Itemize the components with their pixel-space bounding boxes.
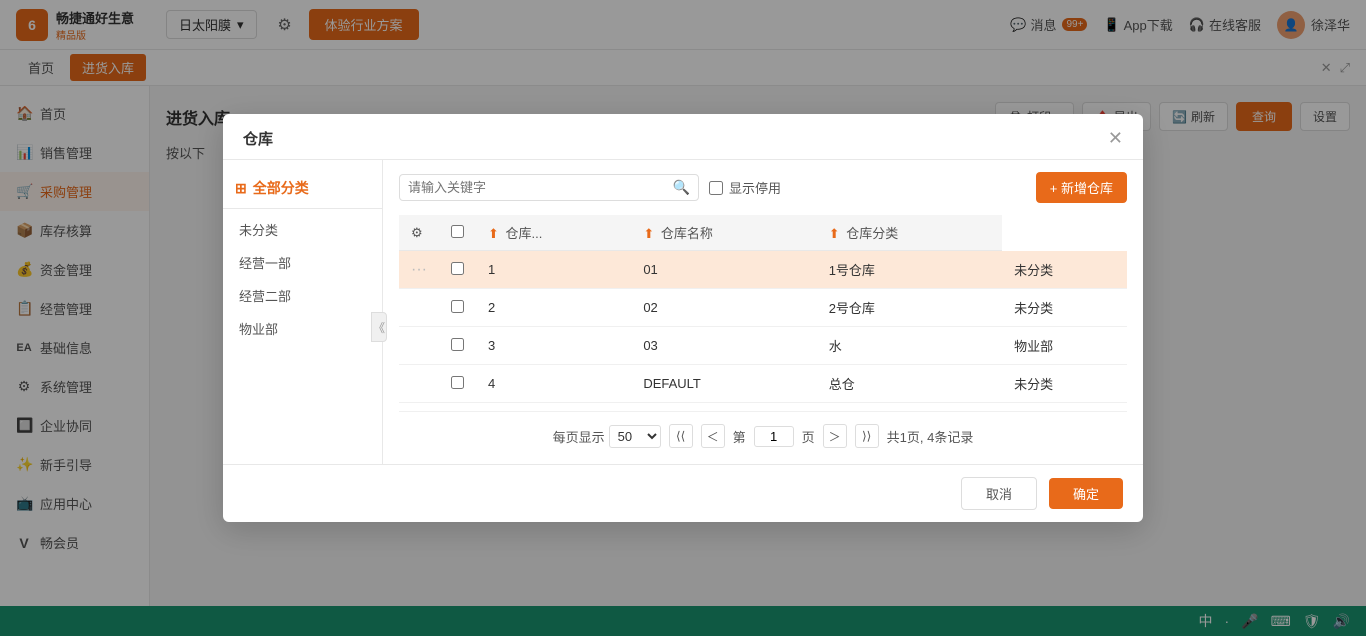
modal-toolbar: 🔍 显示停用 + 新增仓库 (399, 172, 1127, 203)
row-num-cell: 1 (476, 251, 631, 289)
modal-cat-unclassified[interactable]: 未分类 (223, 213, 382, 246)
warehouse-search-box[interactable]: 🔍 (399, 174, 699, 201)
row-category-cell: 未分类 (1002, 289, 1127, 327)
table-row[interactable]: 3 03 水 物业部 (399, 327, 1127, 365)
warehouse-modal: 仓库 ✕ ⊞ 全部分类 未分类 经营一部 经营二部 物业部 《 (223, 114, 1143, 522)
next-page-btn[interactable]: ＞ (823, 424, 847, 448)
add-warehouse-btn[interactable]: + 新增仓库 (1036, 172, 1127, 203)
th-name[interactable]: ⬆ 仓库名称 (631, 215, 816, 251)
modal-title: 仓库 (243, 128, 273, 149)
row-num-cell: 4 (476, 365, 631, 403)
row-category-cell: 物业部 (1002, 327, 1127, 365)
sidebar-collapse-btn[interactable]: 《 (371, 312, 387, 342)
show-disabled-toggle[interactable]: 显示停用 (709, 178, 781, 197)
row-check-cell[interactable] (439, 327, 476, 365)
row-num-cell: 3 (476, 327, 631, 365)
modal-sidebar: ⊞ 全部分类 未分类 经营一部 经营二部 物业部 《 (223, 160, 383, 464)
row-action-icon[interactable]: ··· (411, 261, 427, 278)
modal-sidebar-header[interactable]: ⊞ 全部分类 (223, 172, 382, 209)
table-row[interactable]: ··· 1 01 1号仓库 未分类 (399, 251, 1127, 289)
warehouse-table-container: ⚙ ⬆ 仓库... ⬆ 仓库名称 (399, 215, 1127, 403)
table-body: ··· 1 01 1号仓库 未分类 2 02 (399, 251, 1127, 403)
th-category[interactable]: ⬆ 仓库分类 (817, 215, 1002, 251)
first-page-btn[interactable]: ⟨⟨ (669, 424, 693, 448)
row-actions-cell (399, 365, 439, 403)
pagination: 每页显示 50 10 20 100 ⟨⟨ ＜ 第 页 ＞ ⟩⟩ (399, 411, 1127, 452)
modal-footer: 取消 确定 (223, 464, 1143, 522)
sort-icon-cat: ⬆ (829, 226, 840, 241)
th-code[interactable]: ⬆ 仓库... (476, 215, 631, 251)
page-total: 共1页, 4条记录 (887, 427, 974, 446)
row-checkbox[interactable] (451, 300, 464, 313)
row-code-cell: 01 (631, 251, 816, 289)
table-header: ⚙ ⬆ 仓库... ⬆ 仓库名称 (399, 215, 1127, 251)
row-category-cell: 未分类 (1002, 251, 1127, 289)
page-size-select[interactable]: 50 10 20 100 (609, 425, 661, 448)
row-name-cell: 1号仓库 (817, 251, 1002, 289)
row-name-cell: 2号仓库 (817, 289, 1002, 327)
row-category-cell: 未分类 (1002, 365, 1127, 403)
modal-cat-operations1[interactable]: 经营一部 (223, 246, 382, 279)
modal-header: 仓库 ✕ (223, 114, 1143, 160)
show-disabled-checkbox[interactable] (709, 181, 723, 195)
row-checkbox[interactable] (451, 376, 464, 389)
prev-page-btn[interactable]: ＜ (701, 424, 725, 448)
search-icon: 🔍 (673, 179, 690, 196)
row-code-cell: 02 (631, 289, 816, 327)
warehouse-table: ⚙ ⬆ 仓库... ⬆ 仓库名称 (399, 215, 1127, 403)
row-actions-cell: ··· (399, 251, 439, 289)
modal-body: ⊞ 全部分类 未分类 经营一部 经营二部 物业部 《 🔍 (223, 160, 1143, 464)
modal-cat-operations2[interactable]: 经营二部 (223, 279, 382, 312)
cancel-btn[interactable]: 取消 (961, 477, 1037, 510)
confirm-btn[interactable]: 确定 (1049, 478, 1123, 509)
row-check-cell[interactable] (439, 251, 476, 289)
row-name-cell: 水 (817, 327, 1002, 365)
modal-content: 🔍 显示停用 + 新增仓库 ⚙ (383, 160, 1143, 464)
table-row[interactable]: 2 02 2号仓库 未分类 (399, 289, 1127, 327)
th-check[interactable] (439, 215, 476, 251)
modal-close-btn[interactable]: ✕ (1108, 128, 1123, 149)
modal-cat-property[interactable]: 物业部 (223, 312, 382, 345)
sort-icon-name: ⬆ (643, 226, 654, 241)
select-all-checkbox[interactable] (451, 225, 464, 238)
category-grid-icon: ⊞ (235, 180, 247, 197)
sort-icon: ⬆ (488, 226, 499, 241)
modal-overlay: 仓库 ✕ ⊞ 全部分类 未分类 经营一部 经营二部 物业部 《 (0, 0, 1366, 636)
row-name-cell: 总仓 (817, 365, 1002, 403)
row-checkbox[interactable] (451, 338, 464, 351)
row-code-cell: 03 (631, 327, 816, 365)
row-check-cell[interactable] (439, 365, 476, 403)
row-check-cell[interactable] (439, 289, 476, 327)
warehouse-search-input[interactable] (408, 180, 673, 195)
row-checkbox[interactable] (451, 262, 464, 275)
page-number-input[interactable] (754, 426, 794, 447)
last-page-btn[interactable]: ⟩⟩ (855, 424, 879, 448)
row-num-cell: 2 (476, 289, 631, 327)
row-actions-cell (399, 327, 439, 365)
table-row[interactable]: 4 DEFAULT 总仓 未分类 (399, 365, 1127, 403)
row-actions-cell (399, 289, 439, 327)
th-gear[interactable]: ⚙ (399, 215, 439, 251)
row-code-cell: DEFAULT (631, 365, 816, 403)
page-size-selector[interactable]: 每页显示 50 10 20 100 (553, 425, 661, 448)
